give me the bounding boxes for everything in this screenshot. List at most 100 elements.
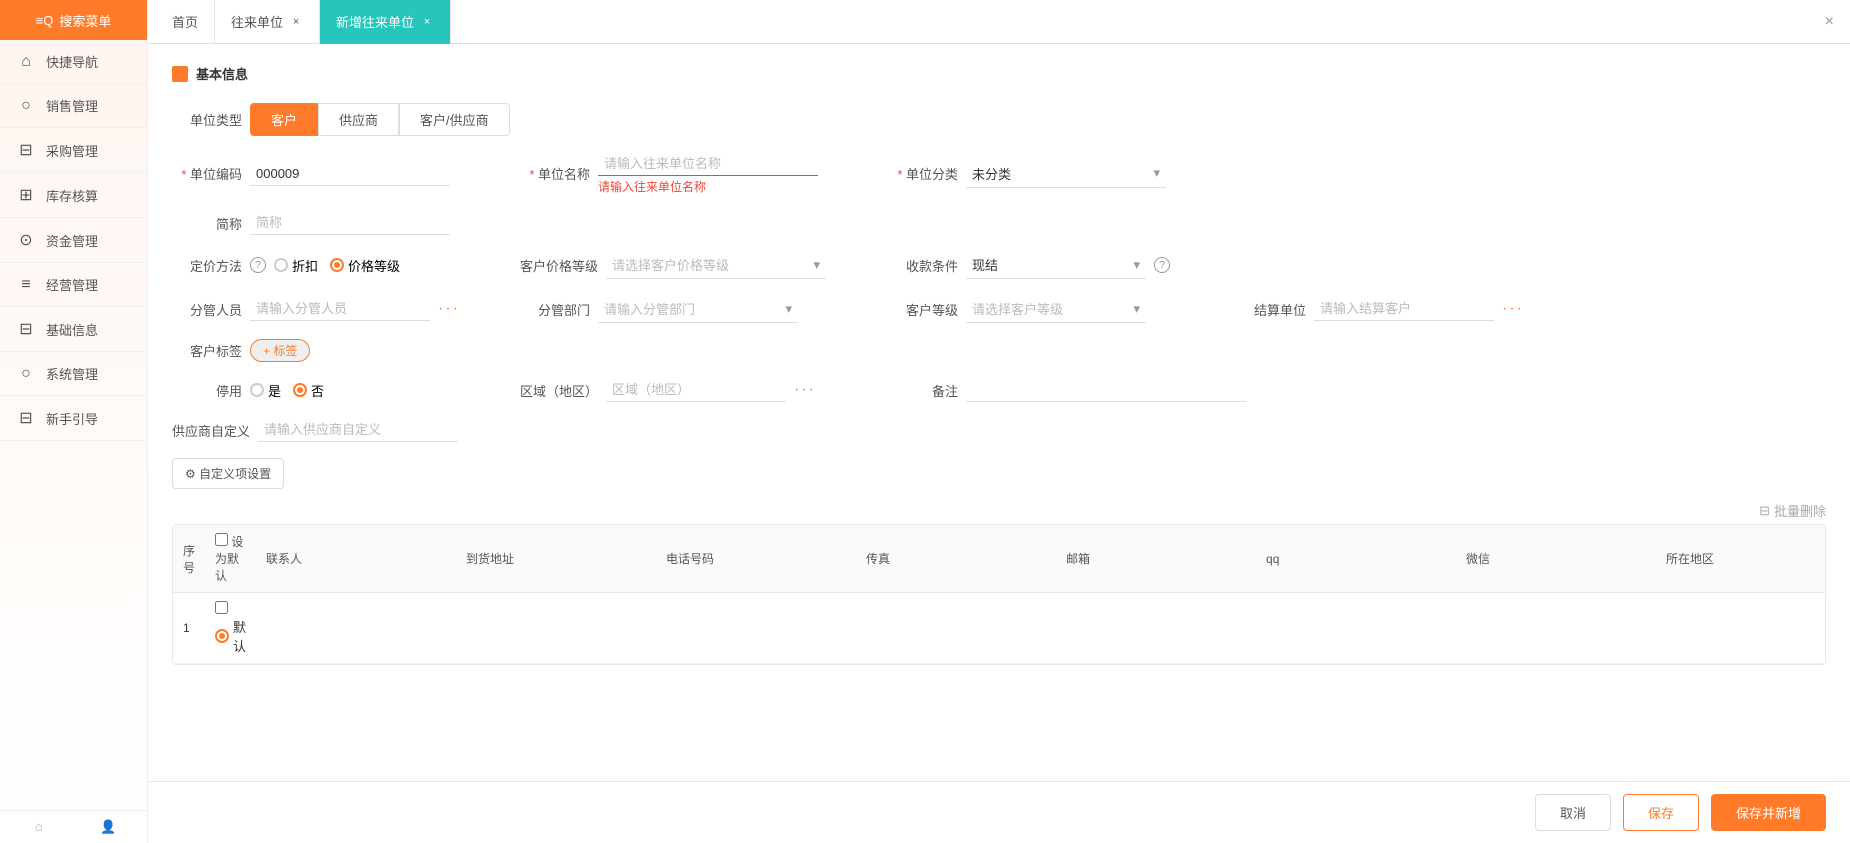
pricing-radio-group: 折扣 价格等级 bbox=[274, 256, 400, 275]
tab-new-partner[interactable]: 新增往来单位 × bbox=[320, 0, 451, 44]
table: 序号 设为默认 联系人 到货地址 电话号码 传真 邮箱 qq 微信 所在地区 bbox=[173, 525, 1826, 664]
pricing-help-icon[interactable]: ? bbox=[250, 257, 266, 273]
save-button[interactable]: 保存 bbox=[1623, 794, 1699, 831]
payment-terms-select[interactable]: 现结 ▾ bbox=[966, 251, 1146, 279]
sidebar-item-basic-info[interactable]: ⊟ 基础信息 bbox=[0, 307, 147, 352]
cell-fax[interactable] bbox=[856, 593, 1056, 664]
sidebar-item-finance[interactable]: ⊙ 资金管理 bbox=[0, 218, 147, 263]
custom-settings-button[interactable]: ⚙ 自定义项设置 bbox=[172, 458, 284, 489]
cell-phone[interactable] bbox=[656, 593, 856, 664]
basic-info-icon: ⊟ bbox=[16, 319, 36, 339]
row-checkbox[interactable] bbox=[215, 601, 228, 614]
sidebar-item-guide[interactable]: ⊟ 新手引导 bbox=[0, 396, 147, 441]
disabled-radio-group: 是 否 bbox=[250, 381, 324, 400]
disabled-region-row: 停用 是 否 区域（地区） ··· 备注 bbox=[172, 378, 1826, 402]
disabled-no-radio[interactable] bbox=[293, 383, 307, 397]
pricing-discount-option[interactable]: 折扣 bbox=[274, 256, 318, 275]
sidebar-search[interactable]: ≡Q 搜索菜单 bbox=[0, 0, 147, 40]
sidebar-item-label: 销售管理 bbox=[46, 96, 98, 115]
tab-home[interactable]: 首页 bbox=[156, 0, 215, 44]
sidebar-item-label: 快捷导航 bbox=[46, 52, 98, 71]
price-level-radio[interactable] bbox=[330, 258, 344, 272]
pricing-level-option[interactable]: 价格等级 bbox=[330, 256, 400, 275]
sidebar-item-label: 资金管理 bbox=[46, 231, 98, 250]
fax-input[interactable] bbox=[866, 617, 1046, 640]
contact-input[interactable] bbox=[266, 617, 446, 640]
wechat-input[interactable] bbox=[1466, 617, 1646, 640]
region-group: 区域（地区） ··· bbox=[520, 378, 880, 402]
region-input-cell[interactable] bbox=[1666, 617, 1826, 640]
cancel-button[interactable]: 取消 bbox=[1535, 794, 1611, 831]
unit-type-supplier-btn[interactable]: 供应商 bbox=[318, 103, 399, 136]
sidebar-search-label: 搜索菜单 bbox=[59, 11, 111, 30]
customer-level-select[interactable]: 请选择客户等级 ▾ bbox=[966, 295, 1146, 323]
settlement-more-btn[interactable]: ··· bbox=[1502, 300, 1524, 318]
close-all-tabs[interactable]: × bbox=[1817, 9, 1842, 35]
cell-wechat[interactable] bbox=[1456, 593, 1656, 664]
unit-code-input[interactable] bbox=[250, 162, 450, 186]
sidebar-item-inventory[interactable]: ⊞ 库存核算 bbox=[0, 173, 147, 218]
sidebar-item-quick-nav[interactable]: ⌂ 快捷导航 bbox=[0, 40, 147, 84]
settlement-unit-input[interactable] bbox=[1314, 297, 1494, 321]
customer-level-placeholder: 请选择客户等级 bbox=[972, 299, 1063, 318]
address-input[interactable] bbox=[466, 617, 646, 640]
remark-input[interactable] bbox=[966, 378, 1246, 402]
customer-price-level-select[interactable]: 请选择客户价格等级 ▾ bbox=[606, 251, 826, 279]
customer-tag-label: 客户标签 bbox=[172, 341, 242, 360]
discount-radio[interactable] bbox=[274, 258, 288, 272]
col-default: 设为默认 bbox=[205, 525, 256, 593]
customer-level-label: 客户等级 bbox=[888, 300, 958, 319]
email-input[interactable] bbox=[1066, 617, 1246, 640]
inventory-icon: ⊞ bbox=[16, 185, 36, 205]
disabled-yes-option[interactable]: 是 bbox=[250, 381, 281, 400]
sidebar-item-label: 经营管理 bbox=[46, 275, 98, 294]
tab-partner-list[interactable]: 往来单位 × bbox=[215, 0, 320, 44]
cell-contact[interactable] bbox=[256, 593, 456, 664]
sidebar-item-purchase[interactable]: ⊟ 采购管理 bbox=[0, 128, 147, 173]
region-input[interactable] bbox=[606, 378, 786, 402]
select-all-checkbox[interactable] bbox=[215, 533, 228, 546]
sidebar-item-sales[interactable]: ○ 销售管理 bbox=[0, 84, 147, 128]
tab-partner-list-close[interactable]: × bbox=[289, 15, 303, 29]
customer-tag-row: 客户标签 + 标签 bbox=[172, 339, 1826, 362]
unit-category-select[interactable]: 未分类 ▾ bbox=[966, 160, 1166, 188]
default-radio-option[interactable]: 默认 bbox=[215, 617, 246, 655]
supplier-custom-input[interactable] bbox=[258, 418, 458, 442]
unit-type-customer-btn[interactable]: 客户 bbox=[250, 103, 318, 136]
remark-group: 备注 bbox=[888, 378, 1246, 402]
payment-terms-group: 收款条件 现结 ▾ ? bbox=[888, 251, 1228, 279]
cell-address[interactable] bbox=[456, 593, 656, 664]
sidebar-bottom-home[interactable]: ⌂ bbox=[8, 819, 70, 835]
supervisor-more-btn[interactable]: ··· bbox=[438, 300, 460, 318]
sidebar-bottom-user[interactable]: 👤 bbox=[78, 819, 140, 835]
cell-qq[interactable] bbox=[1256, 593, 1456, 664]
department-select[interactable]: 请输入分管部门 ▾ bbox=[598, 295, 798, 323]
short-name-input[interactable] bbox=[250, 211, 450, 235]
payment-terms-label: 收款条件 bbox=[888, 256, 958, 275]
qq-input[interactable] bbox=[1266, 617, 1446, 640]
disabled-yes-radio[interactable] bbox=[250, 383, 264, 397]
finance-icon: ⊙ bbox=[16, 230, 36, 250]
sidebar-item-label: 采购管理 bbox=[46, 141, 98, 160]
col-contact: 联系人 bbox=[256, 525, 456, 593]
phone-input[interactable] bbox=[666, 617, 846, 640]
unit-type-both-btn[interactable]: 客户/供应商 bbox=[399, 103, 510, 136]
disabled-no-option[interactable]: 否 bbox=[293, 381, 324, 400]
pricing-method-label: 定价方法 bbox=[172, 256, 242, 275]
cell-email[interactable] bbox=[1056, 593, 1256, 664]
unit-name-input[interactable] bbox=[598, 152, 818, 176]
save-add-button[interactable]: 保存并新增 bbox=[1711, 794, 1826, 831]
payment-terms-help-icon[interactable]: ? bbox=[1154, 257, 1170, 273]
sidebar-item-operations[interactable]: ≡ 经营管理 bbox=[0, 263, 147, 307]
add-tag-button[interactable]: + 标签 bbox=[250, 339, 310, 362]
supplier-custom-label: 供应商自定义 bbox=[172, 421, 250, 440]
region-more-btn[interactable]: ··· bbox=[794, 381, 816, 399]
tab-new-partner-close[interactable]: × bbox=[420, 15, 434, 29]
default-radio[interactable] bbox=[215, 629, 229, 643]
unit-name-field: 请输入往来单位名称 bbox=[598, 152, 818, 195]
batch-delete-btn[interactable]: ⊟ 批量删除 bbox=[1759, 501, 1826, 520]
cell-region[interactable] bbox=[1656, 593, 1826, 664]
unit-code-label: 单位编码 bbox=[172, 164, 242, 183]
sidebar-item-system[interactable]: ○ 系统管理 bbox=[0, 352, 147, 396]
supervisor-input[interactable] bbox=[250, 297, 430, 321]
